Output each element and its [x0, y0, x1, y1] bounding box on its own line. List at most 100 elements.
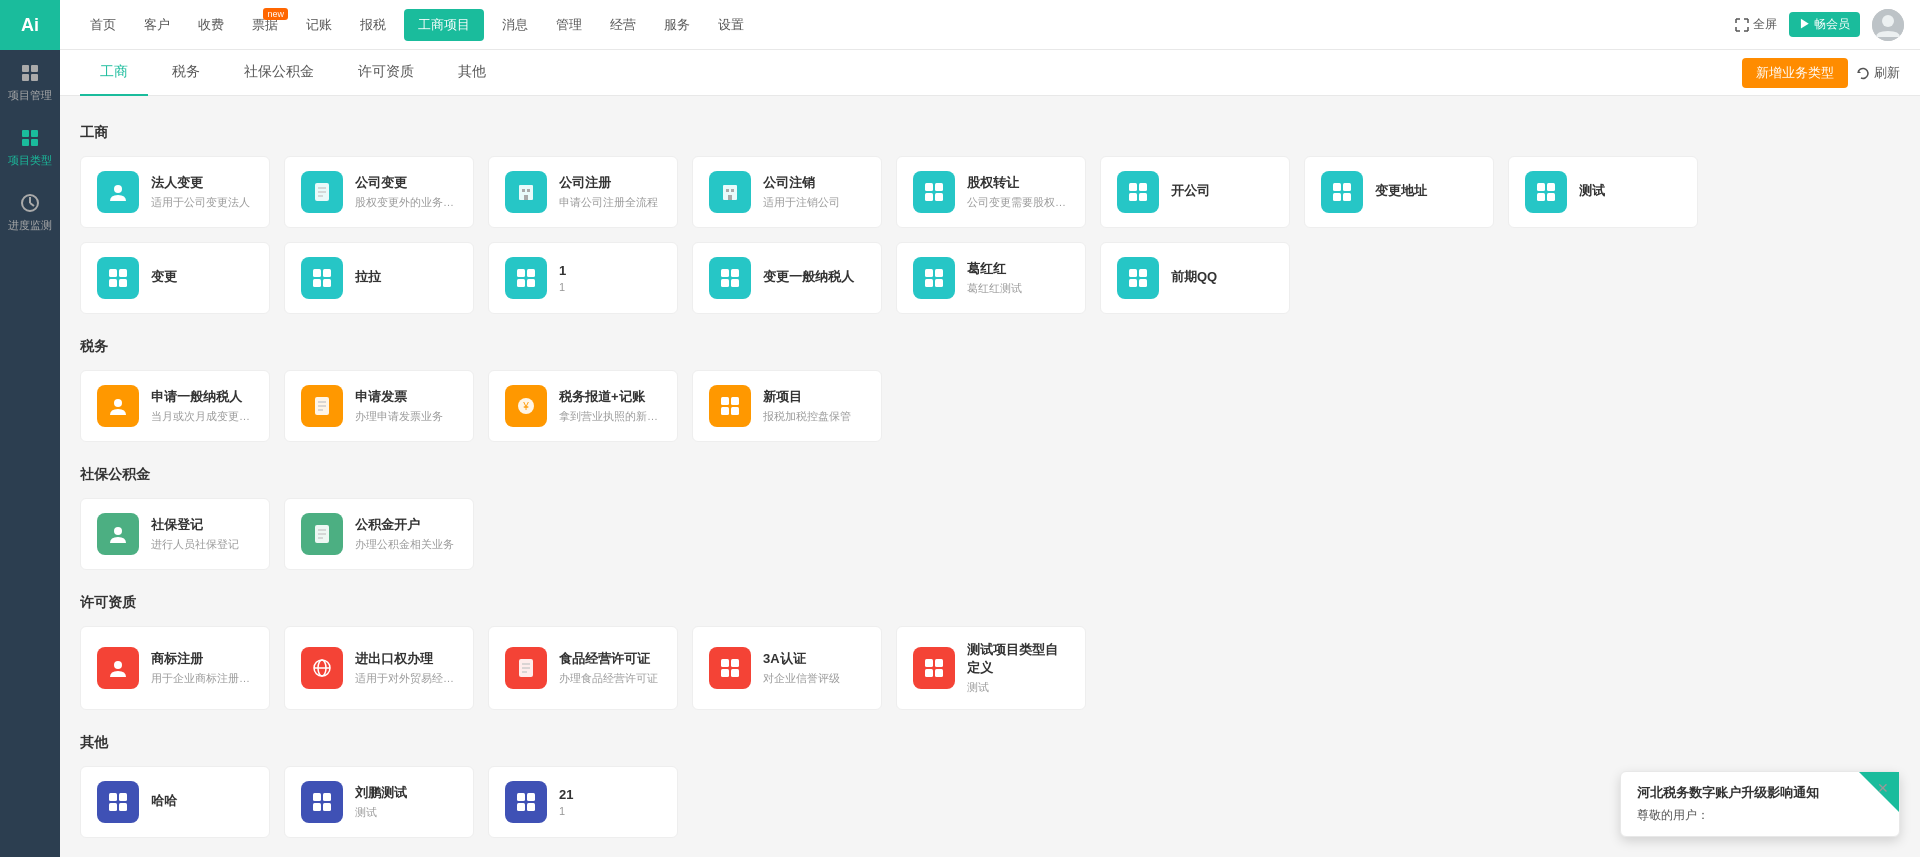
section-title-gongshang-section: 工商: [80, 124, 1900, 142]
card-shangbiao-zhuce[interactable]: 商标注册 用于企业商标注册服务: [80, 626, 270, 710]
card-icon-item-1: [505, 257, 547, 299]
card-gongjijin-kaihu[interactable]: 公积金开户 办理公积金相关业务: [284, 498, 474, 570]
card-shenqing-yiban[interactable]: 申请一般纳税人 当月或次月成变更完成: [80, 370, 270, 442]
card-info-biangeng2: 变更: [151, 268, 253, 289]
card-shuiwu-baodao[interactable]: ¥ 税务报道+记账 拿到营业执照的新公司: [488, 370, 678, 442]
card-ceshi-xiangmu[interactable]: 测试项目类型自定义 测试: [896, 626, 1086, 710]
card-gongsi-zhuxiao[interactable]: 公司注销 适用于注销公司: [692, 156, 882, 228]
card-xin-xiangmu[interactable]: 新项目 报税加税控盘保管: [692, 370, 882, 442]
tab-other[interactable]: 其他: [438, 50, 506, 96]
card-ceshi[interactable]: 测试: [1508, 156, 1698, 228]
nav-accounting[interactable]: 记账: [292, 0, 346, 50]
card-title-xin-xiangmu: 新项目: [763, 388, 865, 406]
card-icon-lala: [301, 257, 343, 299]
svg-rect-43: [119, 279, 127, 287]
card-title-gehonghong: 葛红红: [967, 260, 1069, 278]
card-icon-shuiwu-baodao: ¥: [505, 385, 547, 427]
svg-rect-22: [731, 189, 734, 192]
card-info-liupeng-ceshi: 刘鹏测试 测试: [355, 784, 457, 820]
card-icon-ceshi-xiangmu: [913, 647, 955, 689]
svg-rect-19: [524, 195, 528, 200]
svg-rect-54: [721, 279, 729, 287]
cards-grid-gongshang-section: 法人变更 适用于公司变更法人 公司变更 股权变更外的业务变更 公司注册 申请公司…: [80, 156, 1900, 314]
card-faren-biangeng[interactable]: 法人变更 适用于公司变更法人: [80, 156, 270, 228]
sidebar-logo[interactable]: Ai: [0, 0, 60, 50]
content-area: 工商 税务 社保公积金 许可资质 其他 新增业务类型 刷新 工商: [60, 50, 1920, 857]
svg-rect-29: [1139, 183, 1147, 191]
card-item-1[interactable]: 1 1: [488, 242, 678, 314]
section-shuiwu-section: 税务 申请一般纳税人 当月或次月成变更完成 申请发票 办理申请发票业务 ¥: [80, 338, 1900, 442]
tab-xuke[interactable]: 许可资质: [338, 50, 434, 96]
card-shebao-dengji[interactable]: 社保登记 进行人员社保登记: [80, 498, 270, 570]
svg-point-75: [114, 527, 122, 535]
card-desc-shenqing-fapiao: 办理申请发票业务: [355, 409, 457, 424]
svg-rect-30: [1129, 193, 1137, 201]
svg-rect-3: [31, 74, 38, 81]
nav-service[interactable]: 服务: [650, 0, 704, 50]
nav-message[interactable]: 消息: [488, 0, 542, 50]
card-3a-renzheng[interactable]: 3A认证 对企业信誉评级: [692, 626, 882, 710]
card-info-gongsi-biangeng: 公司变更 股权变更外的业务变更: [355, 174, 457, 210]
vip-button[interactable]: ▶ 畅会员: [1789, 12, 1860, 37]
nav-admin[interactable]: 管理: [542, 0, 596, 50]
sidebar-item-project-mgmt[interactable]: 项目管理: [0, 50, 60, 115]
svg-rect-103: [323, 803, 331, 811]
svg-point-64: [114, 399, 122, 407]
svg-rect-93: [935, 659, 943, 667]
nav-billing[interactable]: 收费: [184, 0, 238, 50]
card-liupeng-ceshi[interactable]: 刘鹏测试 测试: [284, 766, 474, 838]
card-desc-xin-xiangmu: 报税加税控盘保管: [763, 409, 865, 424]
avatar[interactable]: [1872, 9, 1904, 41]
section-shebao-section: 社保公积金 社保登记 进行人员社保登记 公积金开户 办理公积金相关业务: [80, 466, 1900, 570]
nav-bizproject[interactable]: 工商项目: [404, 9, 484, 41]
card-lala[interactable]: 拉拉: [284, 242, 474, 314]
card-icon-shebao-dengji: [97, 513, 139, 555]
card-biangeng-yiban[interactable]: 变更一般纳税人: [692, 242, 882, 314]
notification-close-button[interactable]: ✕: [1877, 780, 1889, 796]
card-icon-shenqing-fapiao: [301, 385, 343, 427]
card-guquan-zhuanrang[interactable]: 股权转让 公司变更需要股权转让: [896, 156, 1086, 228]
refresh-button[interactable]: 刷新: [1856, 64, 1900, 82]
card-jinchukou[interactable]: 进出口权办理 适用于对外贸易经营者: [284, 626, 474, 710]
tab-gongshang[interactable]: 工商: [80, 50, 148, 96]
sidebar-item-progress[interactable]: 进度监测: [0, 180, 60, 245]
card-gongsi-zhuce[interactable]: 公司注册 申请公司注册全流程: [488, 156, 678, 228]
card-shipin-xuke[interactable]: 食品经营许可证 办理食品经营许可证: [488, 626, 678, 710]
nav-tax[interactable]: 报税: [346, 0, 400, 50]
nav-operation[interactable]: 经营: [596, 0, 650, 50]
card-biangeng2[interactable]: 变更: [80, 242, 270, 314]
card-title-biangeng-yiban: 变更一般纳税人: [763, 268, 865, 286]
card-gongsi-biangeng[interactable]: 公司变更 股权变更外的业务变更: [284, 156, 474, 228]
card-gehonghong[interactable]: 葛红红 葛红红测试: [896, 242, 1086, 314]
card-title-qianqi-qq: 前期QQ: [1171, 268, 1273, 286]
card-icon-shenqing-yiban: [97, 385, 139, 427]
svg-rect-31: [1139, 193, 1147, 201]
sidebar-item-project-type[interactable]: 项目类型: [0, 115, 60, 180]
fullscreen-icon: [1735, 18, 1749, 32]
card-title-faren-biangeng: 法人变更: [151, 174, 253, 192]
nav-invoice[interactable]: 票据 new: [238, 0, 292, 50]
topnav: 首页 客户 收费 票据 new 记账 报税 工商项目 消息 管理 经营 服务 设…: [60, 0, 1920, 50]
card-icon-gongsi-zhuxiao: [709, 171, 751, 213]
tab-shuiwu[interactable]: 税务: [152, 50, 220, 96]
card-item-21[interactable]: 21 1: [488, 766, 678, 838]
card-qianqi-qq[interactable]: 前期QQ: [1100, 242, 1290, 314]
card-kai-gongsi[interactable]: 开公司: [1100, 156, 1290, 228]
nav-client[interactable]: 客户: [130, 0, 184, 50]
nav-home[interactable]: 首页: [76, 0, 130, 50]
svg-rect-74: [731, 407, 739, 415]
card-biangeng-dizhi[interactable]: 变更地址: [1304, 156, 1494, 228]
card-info-gehonghong: 葛红红 葛红红测试: [967, 260, 1069, 296]
card-shenqing-fapiao[interactable]: 申请发票 办理申请发票业务: [284, 370, 474, 442]
card-desc-liupeng-ceshi: 测试: [355, 805, 457, 820]
tab-shebao[interactable]: 社保公积金: [224, 50, 334, 96]
new-type-button[interactable]: 新增业务类型: [1742, 58, 1848, 88]
fullscreen-btn[interactable]: 全屏: [1735, 16, 1777, 33]
progress-icon: [19, 192, 41, 214]
svg-rect-6: [22, 139, 29, 146]
svg-rect-58: [925, 279, 933, 287]
card-haha[interactable]: 哈哈: [80, 766, 270, 838]
svg-rect-35: [1343, 193, 1351, 201]
card-info-lala: 拉拉: [355, 268, 457, 289]
nav-settings[interactable]: 设置: [704, 0, 758, 50]
